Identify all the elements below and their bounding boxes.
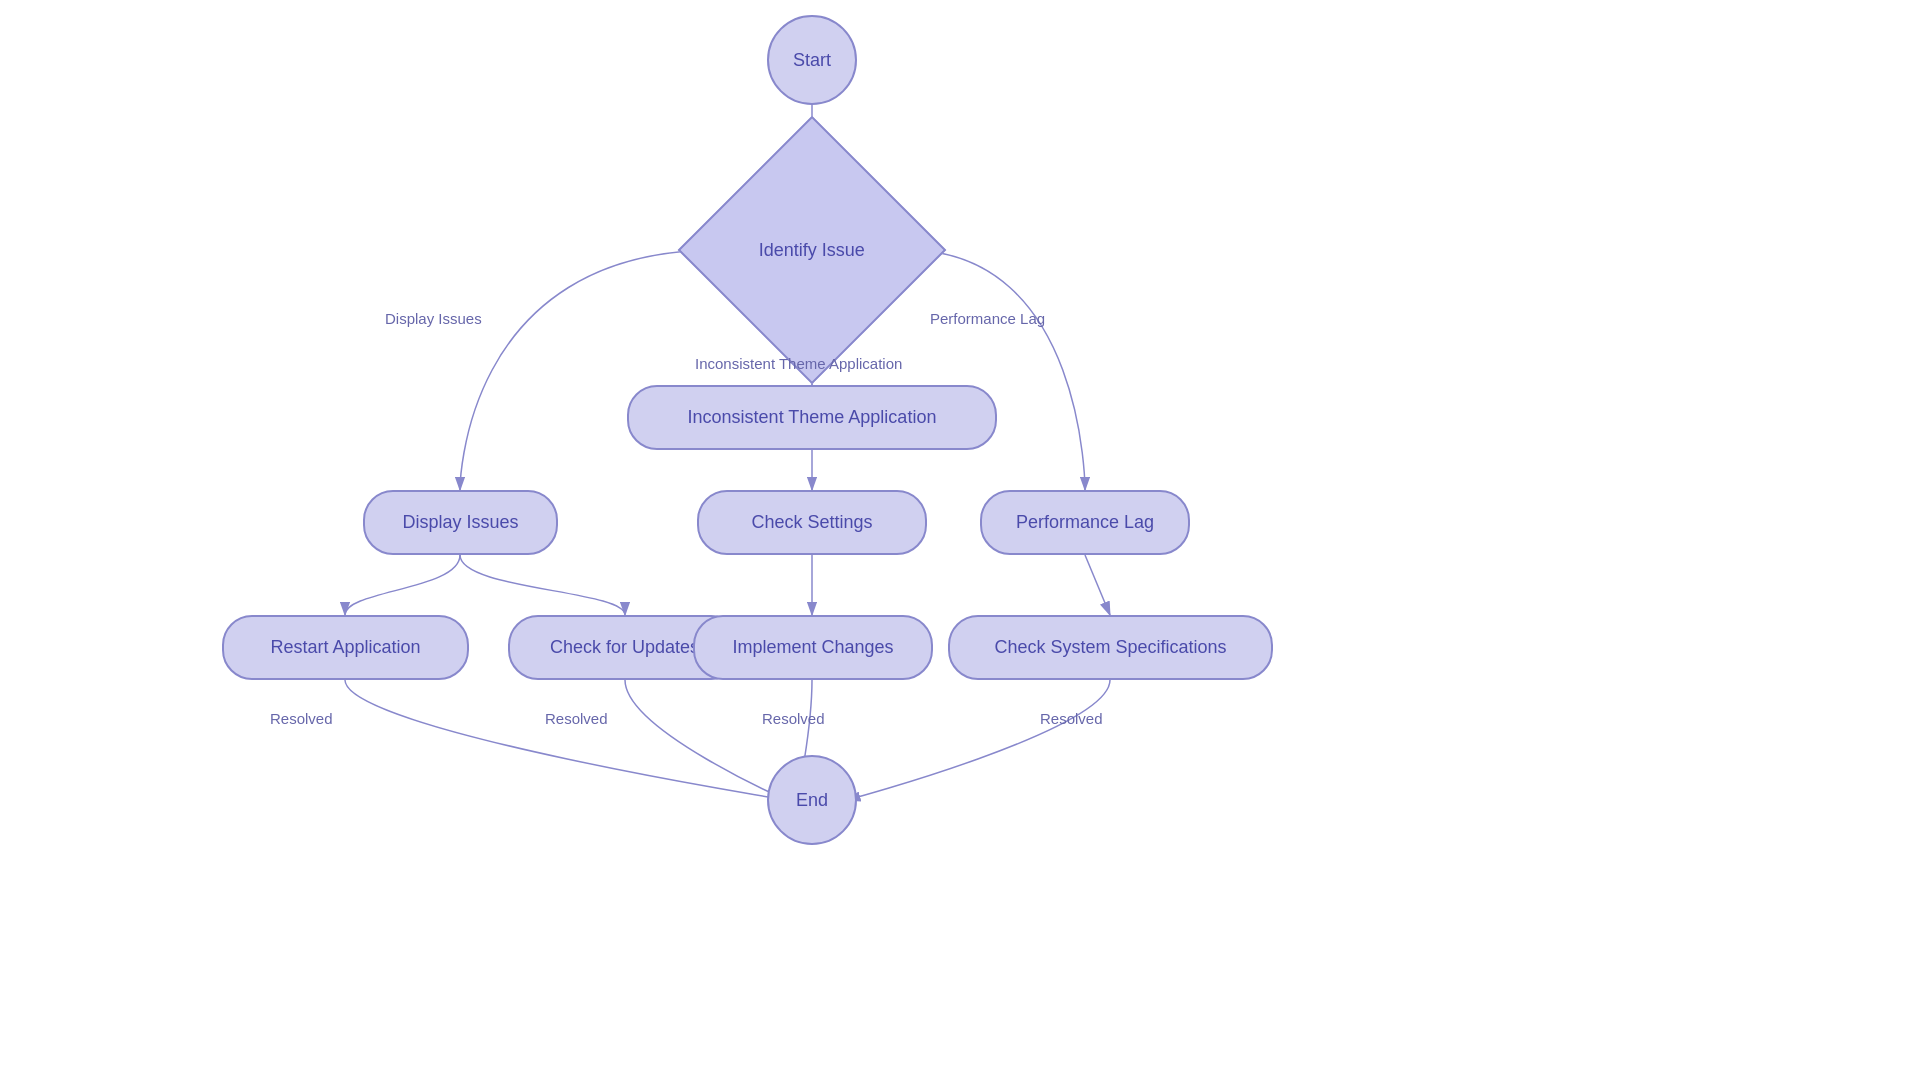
- check-system-specs-node: Check System Specifications: [948, 615, 1273, 680]
- implement-changes-node: Implement Changes: [693, 615, 933, 680]
- resolved-2-label: Resolved: [545, 710, 608, 727]
- end-node: End: [767, 755, 857, 845]
- resolved-1-label: Resolved: [270, 710, 333, 727]
- display-issues-edge-label: Display Issues: [385, 310, 482, 327]
- display-issues-box: Display Issues: [363, 490, 558, 555]
- resolved-3-label: Resolved: [762, 710, 825, 727]
- inconsistent-theme-edge-label: Inconsistent Theme Application: [695, 355, 902, 372]
- flowchart: Start Identify Issue Display Issues Inco…: [0, 0, 1920, 1083]
- performance-lag-box: Performance Lag: [980, 490, 1190, 555]
- check-settings-box: Check Settings: [697, 490, 927, 555]
- performance-lag-edge-label: Performance Lag: [930, 310, 1045, 327]
- resolved-4-label: Resolved: [1040, 710, 1103, 727]
- restart-application-node: Restart Application: [222, 615, 469, 680]
- svg-line-5: [1085, 555, 1110, 615]
- start-node: Start: [767, 15, 857, 105]
- inconsistent-theme-box: Inconsistent Theme Application: [627, 385, 997, 450]
- arrows-svg: [0, 0, 1920, 1083]
- identify-issue-node: Identify Issue: [678, 116, 947, 385]
